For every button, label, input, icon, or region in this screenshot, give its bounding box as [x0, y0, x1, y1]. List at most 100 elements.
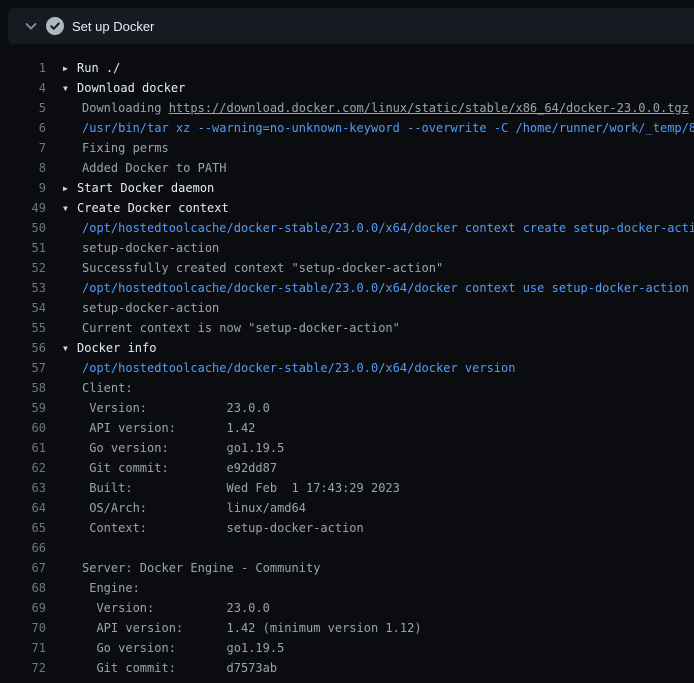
log-text: Context: setup-docker-action	[63, 518, 364, 538]
group-row-content: ▼Create Docker context	[63, 198, 229, 218]
group-title[interactable]: Docker info	[77, 341, 156, 355]
log-text: Built: Wed Feb 1 17:43:29 2023	[63, 478, 400, 498]
line-number[interactable]: 59	[0, 398, 46, 418]
log-line: 63 Built: Wed Feb 1 17:43:29 2023	[0, 478, 694, 498]
line-number[interactable]: 53	[0, 278, 46, 298]
expanded-group-marker-icon[interactable]: ▼	[63, 199, 77, 219]
log-text: OS/Arch: linux/amd64	[63, 498, 306, 518]
expanded-group-marker-icon[interactable]: ▼	[63, 339, 77, 359]
line-number[interactable]: 51	[0, 238, 46, 258]
line-number[interactable]: 60	[0, 418, 46, 438]
line-number[interactable]: 8	[0, 158, 46, 178]
line-number[interactable]: 68	[0, 578, 46, 598]
line-number[interactable]: 65	[0, 518, 46, 538]
line-number[interactable]: 1	[0, 58, 46, 78]
line-number[interactable]: 55	[0, 318, 46, 338]
collapsed-group-marker-icon[interactable]: ▶	[63, 59, 77, 79]
line-number[interactable]: 63	[0, 478, 46, 498]
log-text: Go version: go1.19.5	[63, 438, 284, 458]
log-line: 59 Version: 23.0.0	[0, 398, 694, 418]
command-text: /opt/hostedtoolcache/docker-stable/23.0.…	[63, 278, 689, 298]
group-title[interactable]: Create Docker context	[77, 201, 229, 215]
log-line: 57/opt/hostedtoolcache/docker-stable/23.…	[0, 358, 694, 378]
log-text: API version: 1.42 (minimum version 1.12)	[63, 618, 422, 638]
log-text: Version: 23.0.0	[63, 598, 270, 618]
log-line: 52 Successfully created context "setup-do…	[0, 258, 694, 278]
line-number[interactable]: 66	[0, 538, 46, 558]
log-line: 5 Downloading https://download.docker.com…	[0, 98, 694, 118]
expanded-group-marker-icon[interactable]: ▼	[63, 79, 77, 99]
log-line: 53/opt/hostedtoolcache/docker-stable/23.…	[0, 278, 694, 298]
log-text	[63, 538, 82, 558]
group-row-content: ▶Run ./	[63, 58, 120, 78]
log-line: 54 setup-docker-action	[0, 298, 694, 318]
step-header[interactable]: Set up Docker	[8, 8, 694, 44]
line-number[interactable]: 64	[0, 498, 46, 518]
log-text: Current context is now "setup-docker-act…	[63, 318, 400, 338]
line-number[interactable]: 6	[0, 118, 46, 138]
chevron-down-icon[interactable]	[23, 18, 39, 34]
log-line: 65 Context: setup-docker-action	[0, 518, 694, 538]
log-line: 70 API version: 1.42 (minimum version 1.…	[0, 618, 694, 638]
line-number[interactable]: 9	[0, 178, 46, 198]
log-line: 58 Client:	[0, 378, 694, 398]
line-number[interactable]: 7	[0, 138, 46, 158]
log-line: 67 Server: Docker Engine - Community	[0, 558, 694, 578]
line-number[interactable]: 54	[0, 298, 46, 318]
log-line: 6/usr/bin/tar xz --warning=no-unknown-ke…	[0, 118, 694, 138]
log-line: 7 Fixing perms	[0, 138, 694, 158]
log-line: 69 Version: 23.0.0	[0, 598, 694, 618]
log-text: Added Docker to PATH	[63, 158, 227, 178]
log-text: Fixing perms	[63, 138, 169, 158]
log-text: setup-docker-action	[63, 298, 219, 318]
line-number[interactable]: 57	[0, 358, 46, 378]
log-line: 1 ▶Run ./	[0, 58, 694, 78]
log-text: Git commit: d7573ab	[63, 658, 277, 678]
line-number[interactable]: 5	[0, 98, 46, 118]
log-line: 61 Go version: go1.19.5	[0, 438, 694, 458]
log-viewer: 1▶Run ./4▼Download docker5Downloading ht…	[0, 44, 694, 683]
collapsed-group-marker-icon[interactable]: ▶	[63, 179, 77, 199]
log-text: Successfully created context "setup-dock…	[63, 258, 443, 278]
log-text: Go version: go1.19.5	[63, 638, 284, 658]
log-text: Server: Docker Engine - Community	[63, 558, 320, 578]
log-text: Engine:	[63, 578, 140, 598]
log-line: 55 Current context is now "setup-docker-a…	[0, 318, 694, 338]
log-line: 68 Engine:	[0, 578, 694, 598]
log-text: Git commit: e92dd87	[63, 458, 277, 478]
line-number[interactable]: 70	[0, 618, 46, 638]
command-text: /opt/hostedtoolcache/docker-stable/23.0.…	[63, 218, 694, 238]
log-line: 64 OS/Arch: linux/amd64	[0, 498, 694, 518]
log-line: 4 ▼Download docker	[0, 78, 694, 98]
line-number[interactable]: 69	[0, 598, 46, 618]
line-number[interactable]: 49	[0, 198, 46, 218]
group-title[interactable]: Run ./	[77, 61, 120, 75]
line-number[interactable]: 62	[0, 458, 46, 478]
line-number[interactable]: 58	[0, 378, 46, 398]
download-url-link[interactable]: https://download.docker.com/linux/static…	[169, 101, 689, 115]
log-line-content: Downloading https://download.docker.com/…	[63, 98, 689, 118]
log-line: 9 ▶Start Docker daemon	[0, 178, 694, 198]
line-number[interactable]: 61	[0, 438, 46, 458]
log-text: Client:	[63, 378, 133, 398]
step-title: Set up Docker	[72, 19, 154, 34]
log-line: 72 Git commit: d7573ab	[0, 658, 694, 678]
line-number[interactable]: 71	[0, 638, 46, 658]
line-number[interactable]: 67	[0, 558, 46, 578]
log-line: 71 Go version: go1.19.5	[0, 638, 694, 658]
log-line: 60 API version: 1.42	[0, 418, 694, 438]
check-circle-icon	[46, 17, 64, 35]
log-line: 49 ▼Create Docker context	[0, 198, 694, 218]
log-line: 66	[0, 538, 694, 558]
line-number[interactable]: 4	[0, 78, 46, 98]
line-number[interactable]: 72	[0, 658, 46, 678]
line-number[interactable]: 56	[0, 338, 46, 358]
line-number[interactable]: 52	[0, 258, 46, 278]
log-line: 62 Git commit: e92dd87	[0, 458, 694, 478]
line-number[interactable]: 50	[0, 218, 46, 238]
log-line: 51setup-docker-action	[0, 238, 694, 258]
log-line: 8 Added Docker to PATH	[0, 158, 694, 178]
group-title[interactable]: Start Docker daemon	[77, 181, 214, 195]
group-title[interactable]: Download docker	[77, 81, 185, 95]
log-text: Downloading	[82, 101, 169, 115]
